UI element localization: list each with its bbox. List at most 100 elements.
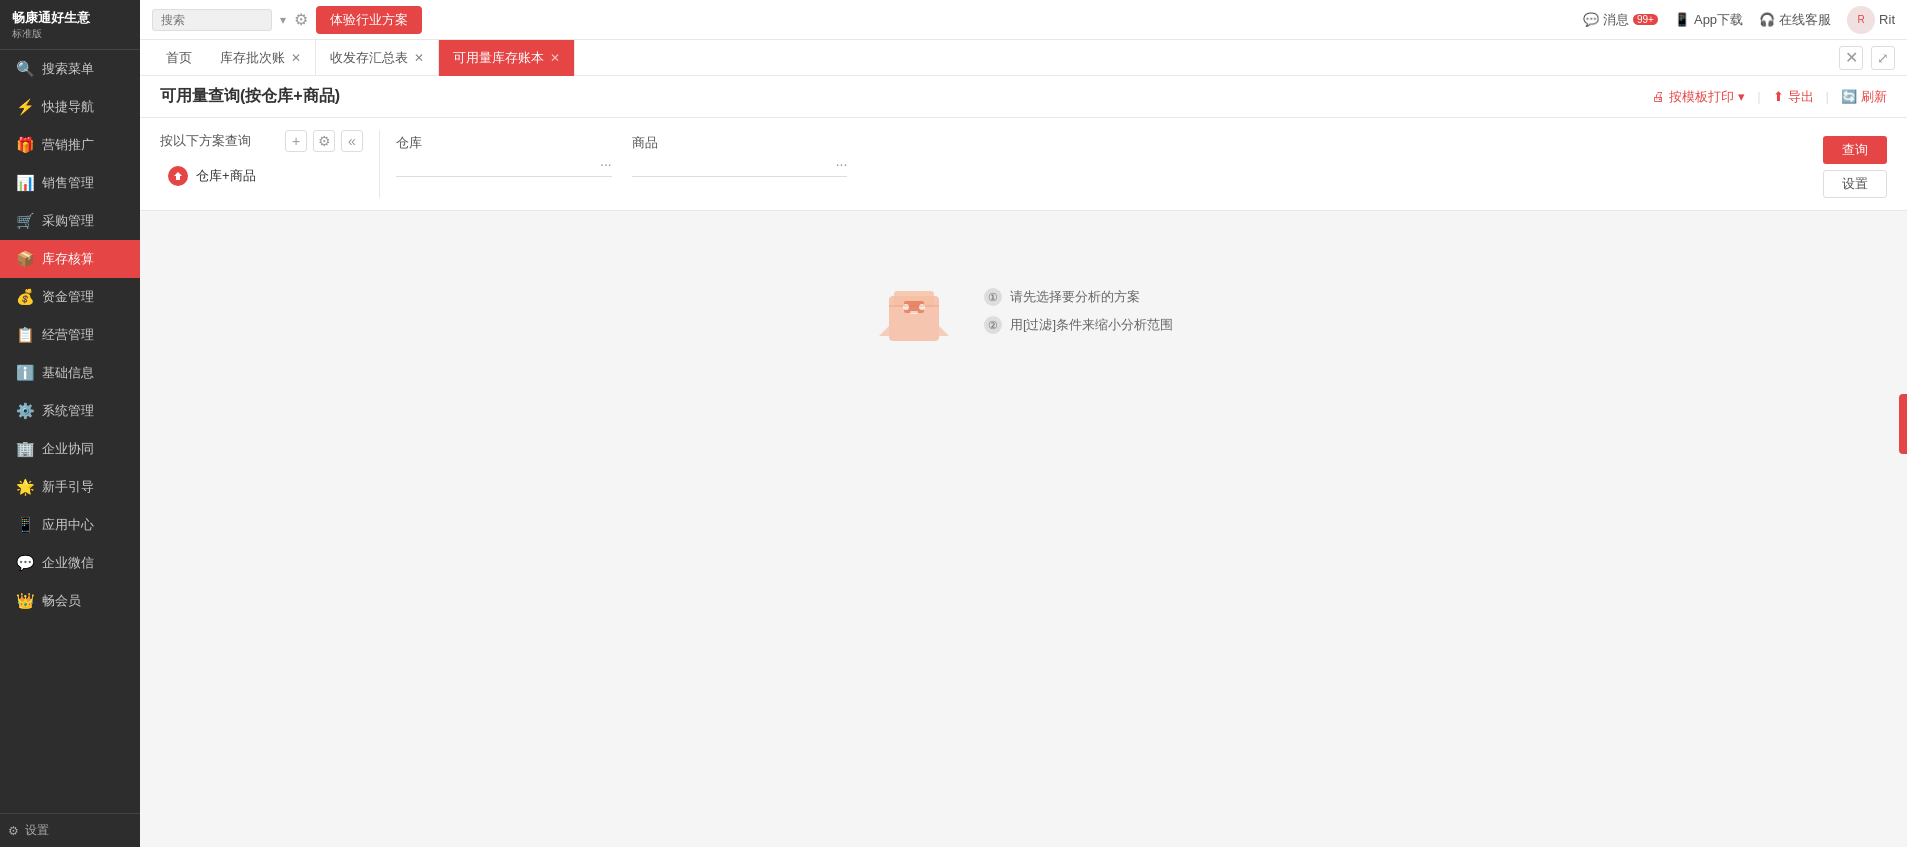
- print-icon: 🖨: [1652, 89, 1665, 104]
- warehouse-input-container: ···: [396, 156, 612, 177]
- refresh-button[interactable]: 🔄 刷新: [1841, 88, 1887, 106]
- user-profile[interactable]: R Rit: [1847, 6, 1895, 34]
- warehouse-more-icon[interactable]: ···: [600, 156, 612, 172]
- empty-tip-1: ① 请先选择要分析的方案: [984, 288, 1173, 306]
- scheme-settings-button[interactable]: ⚙: [313, 130, 335, 152]
- print-template-button[interactable]: 🖨 按模板打印 ▾: [1652, 88, 1745, 106]
- product-label: 商品: [632, 134, 848, 152]
- info-icon: ℹ️: [16, 364, 34, 382]
- query-button[interactable]: 查询: [1823, 136, 1887, 164]
- tab-batch-account[interactable]: 库存批次账 ✕: [206, 40, 316, 76]
- tab-collect-account-label: 收发存汇总表: [330, 49, 408, 67]
- sidebar-item-sales[interactable]: 📊 销售管理: [0, 164, 140, 202]
- tab-home[interactable]: 首页: [152, 40, 206, 76]
- sidebar-item-label: 基础信息: [42, 364, 94, 382]
- tip-num-2: ②: [984, 316, 1002, 334]
- sidebar-item-label: 快捷导航: [42, 98, 94, 116]
- sidebar-item-basic[interactable]: ℹ️ 基础信息: [0, 354, 140, 392]
- sidebar-bottom-label: 设置: [25, 822, 49, 839]
- main-area: ▾ ⚙ 体验行业方案 💬 消息 99+ 📱 App下载 🎧 在线客服 R Rit: [140, 0, 1907, 847]
- message-button[interactable]: 💬 消息 99+: [1583, 11, 1658, 29]
- home-label: 首页: [166, 49, 192, 67]
- sidebar-item-label: 系统管理: [42, 402, 94, 420]
- search-icon: 🔍: [16, 60, 34, 78]
- topbar: ▾ ⚙ 体验行业方案 💬 消息 99+ 📱 App下载 🎧 在线客服 R Rit: [140, 0, 1907, 40]
- sidebar-item-label: 畅会员: [42, 592, 81, 610]
- tabs-close-button[interactable]: ✕: [1839, 46, 1863, 70]
- system-icon: ⚙️: [16, 402, 34, 420]
- sidebar-item-purchase[interactable]: 🛒 采购管理: [0, 202, 140, 240]
- biz-icon: 📋: [16, 326, 34, 344]
- export-label: 导出: [1788, 88, 1814, 106]
- tabs-right-actions: ✕ ⤢: [1839, 46, 1895, 70]
- message-icon: 💬: [1583, 12, 1599, 27]
- empty-state-inner: ① 请先选择要分析的方案 ② 用[过滤]条件来缩小分析范围: [874, 271, 1173, 351]
- filter-schemes: 按以下方案查询 + ⚙ « 仓库+商品: [160, 130, 380, 198]
- sidebar-item-wechat[interactable]: 💬 企业微信: [0, 544, 140, 582]
- page-header: 可用量查询(按仓库+商品) 🖨 按模板打印 ▾ | ⬆ 导出 | 🔄 刷新: [140, 76, 1907, 118]
- product-field: 商品 ···: [632, 134, 848, 177]
- scheme-add-button[interactable]: +: [285, 130, 307, 152]
- industry-solution-button[interactable]: 体验行业方案: [316, 6, 422, 34]
- username-label: Rit: [1879, 12, 1895, 27]
- sidebar-item-member[interactable]: 👑 畅会员: [0, 582, 140, 620]
- sidebar-item-finance[interactable]: 💰 资金管理: [0, 278, 140, 316]
- tab-available-ledger-close[interactable]: ✕: [550, 52, 560, 64]
- scheme-item-warehouse-product[interactable]: 仓库+商品: [160, 160, 363, 192]
- sidebar-item-newguide[interactable]: 🌟 新手引导: [0, 468, 140, 506]
- sidebar-item-marketing[interactable]: 🎁 营销推广: [0, 126, 140, 164]
- tabs-expand-button[interactable]: ⤢: [1871, 46, 1895, 70]
- filter-scheme-header: 按以下方案查询 + ⚙ «: [160, 130, 363, 152]
- filter-action-buttons: 查询 设置: [1823, 134, 1887, 198]
- sidebar-item-label: 采购管理: [42, 212, 94, 230]
- svg-marker-8: [939, 326, 949, 336]
- topbar-gear-icon[interactable]: ⚙: [294, 10, 308, 29]
- settings-button[interactable]: 设置: [1823, 170, 1887, 198]
- sidebar-item-shortcut[interactable]: ⚡ 快捷导航: [0, 88, 140, 126]
- sidebar-item-search[interactable]: 🔍 搜索菜单: [0, 50, 140, 88]
- filter-area: 按以下方案查询 + ⚙ « 仓库+商品: [140, 118, 1907, 211]
- export-button[interactable]: ⬆ 导出: [1773, 88, 1814, 106]
- export-icon: ⬆: [1773, 89, 1784, 104]
- app-download-button[interactable]: 📱 App下载: [1674, 11, 1743, 29]
- tab-batch-account-close[interactable]: ✕: [291, 52, 301, 64]
- product-input[interactable]: [632, 157, 832, 172]
- shortcut-icon: ⚡: [16, 98, 34, 116]
- sidebar-bottom-settings[interactable]: ⚙ 设置: [0, 813, 140, 847]
- finance-icon: 💰: [16, 288, 34, 306]
- inventory-icon: 📦: [16, 250, 34, 268]
- sidebar-item-biz[interactable]: 📋 经营管理: [0, 316, 140, 354]
- message-badge: 99+: [1633, 14, 1658, 25]
- settings-gear-icon: ⚙: [8, 824, 19, 838]
- product-more-icon[interactable]: ···: [836, 156, 848, 172]
- warehouse-input[interactable]: [396, 157, 596, 172]
- sidebar-item-label: 营销推广: [42, 136, 94, 154]
- sidebar-item-appcenter[interactable]: 📱 应用中心: [0, 506, 140, 544]
- page-header-actions: 🖨 按模板打印 ▾ | ⬆ 导出 | 🔄 刷新: [1652, 88, 1887, 106]
- online-service-label: 在线客服: [1779, 11, 1831, 29]
- warehouse-label: 仓库: [396, 134, 612, 152]
- scheme-item-icon: [168, 166, 188, 186]
- chevron-down-icon[interactable]: ▾: [280, 13, 286, 27]
- topbar-right: 💬 消息 99+ 📱 App下载 🎧 在线客服 R Rit: [1583, 6, 1895, 34]
- online-service-button[interactable]: 🎧 在线客服: [1759, 11, 1831, 29]
- sidebar-item-label: 企业协同: [42, 440, 94, 458]
- page-content: 可用量查询(按仓库+商品) 🖨 按模板打印 ▾ | ⬆ 导出 | 🔄 刷新: [140, 76, 1907, 847]
- sidebar-item-label: 经营管理: [42, 326, 94, 344]
- tab-collect-account-close[interactable]: ✕: [414, 52, 424, 64]
- scheme-collapse-button[interactable]: «: [341, 130, 363, 152]
- search-input[interactable]: [152, 9, 272, 31]
- tabs-bar: 首页 库存批次账 ✕ 收发存汇总表 ✕ 可用量库存账本 ✕ ✕ ⤢: [140, 40, 1907, 76]
- tab-available-ledger[interactable]: 可用量库存账本 ✕: [439, 40, 575, 76]
- sidebar-item-system[interactable]: ⚙️ 系统管理: [0, 392, 140, 430]
- svg-marker-7: [879, 326, 889, 336]
- phone-icon: 📱: [1674, 12, 1690, 27]
- sidebar-item-enterprise[interactable]: 🏢 企业协同: [0, 430, 140, 468]
- sidebar-item-label: 搜索菜单: [42, 60, 94, 78]
- tip-1-text: 请先选择要分析的方案: [1010, 288, 1140, 306]
- app-icon: 📱: [16, 516, 34, 534]
- tab-collect-account[interactable]: 收发存汇总表 ✕: [316, 40, 439, 76]
- sidebar-item-inventory[interactable]: 📦 库存核算: [0, 240, 140, 278]
- sidebar-item-label: 销售管理: [42, 174, 94, 192]
- sidebar-item-label: 资金管理: [42, 288, 94, 306]
